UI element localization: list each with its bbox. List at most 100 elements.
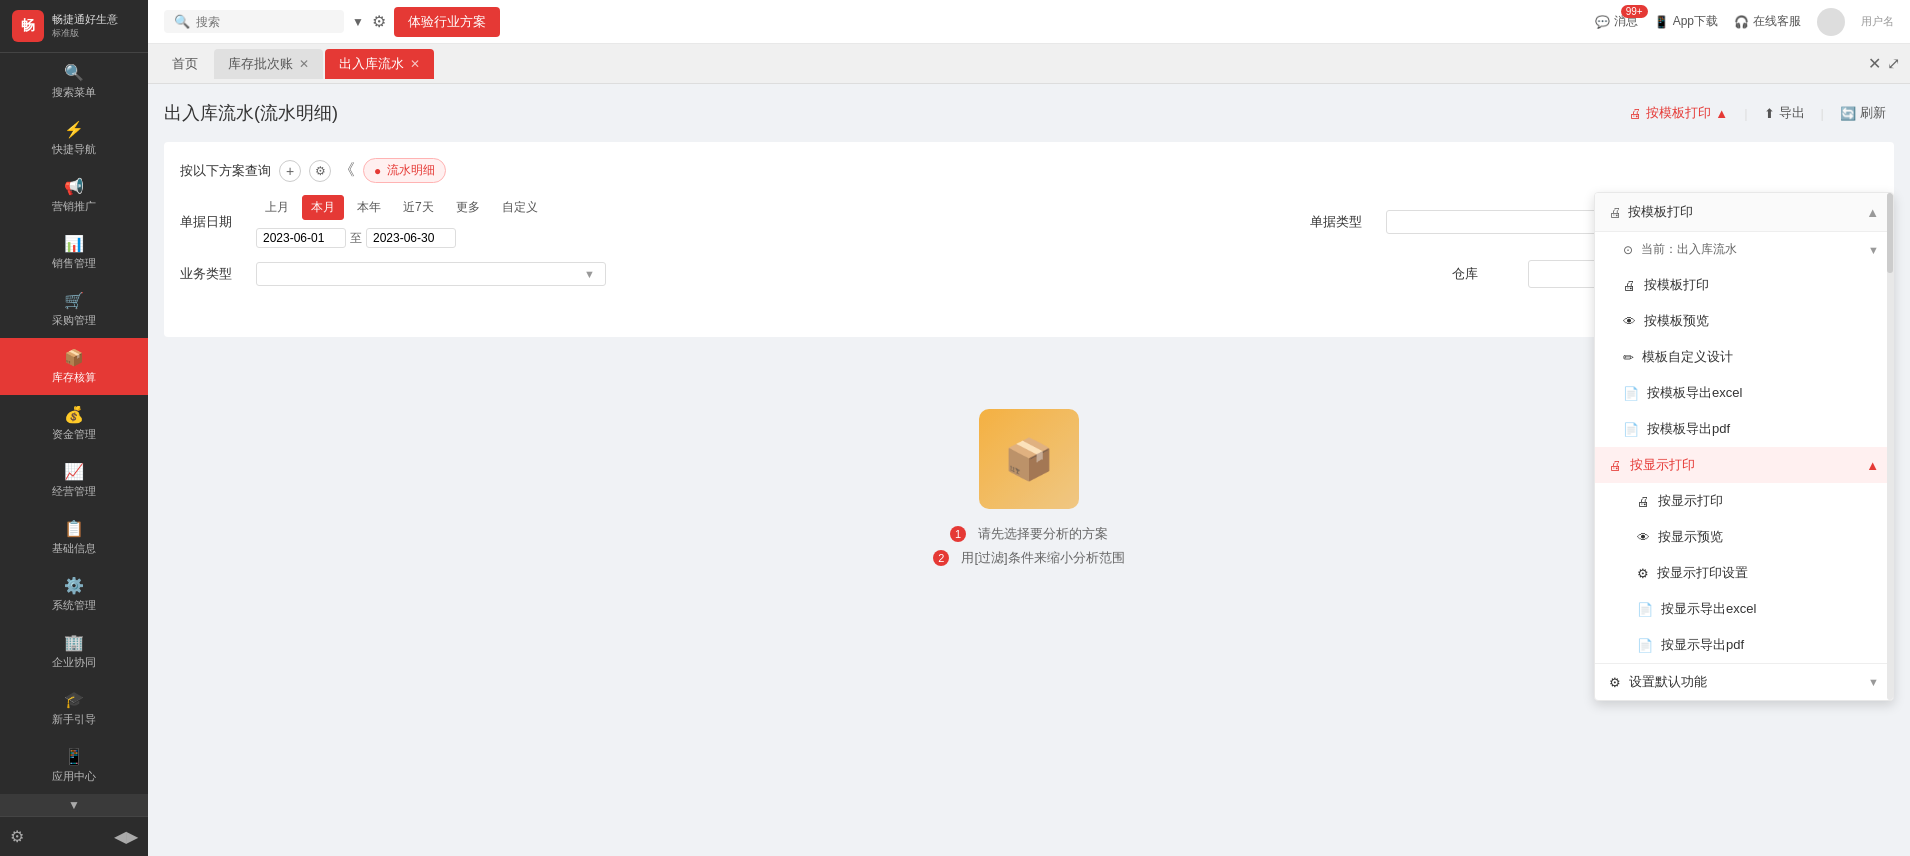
- close-tab-btn[interactable]: ✕: [1868, 54, 1881, 73]
- sidebar-item-operations[interactable]: 📈经营管理: [0, 452, 148, 509]
- sidebar-item-tutorial[interactable]: 🎓新手引导: [0, 680, 148, 737]
- empty-hint-2: 2 用[过滤]条件来缩小分析范围: [933, 549, 1124, 567]
- messages-btn[interactable]: 💬 消息 99+: [1595, 13, 1638, 30]
- sidebar-item-basic-info[interactable]: 📋 基础信息: [0, 509, 148, 566]
- empty-hint-1: 1 请先选择要分析的方案: [950, 525, 1108, 543]
- display-print-icon: 🖨: [1637, 494, 1650, 509]
- marketing-nav-icon: 📢: [64, 177, 84, 196]
- sidebar-item-label-enterprise: 企业协同: [52, 655, 96, 670]
- divider1: |: [1744, 106, 1747, 121]
- sidebar-item-label-marketing: 营销推广: [52, 199, 96, 214]
- display-pdf-icon: 📄: [1637, 638, 1653, 653]
- app-download-btn[interactable]: 📱 App下载: [1654, 13, 1718, 30]
- sidebar-item-quick-nav[interactable]: ⚡ 快捷导航: [0, 110, 148, 167]
- print-dropdown-menu: 🖨 按模板打印 ▲ ⊙ 当前：出入库流水 ▼ 🖨 按模板打印: [1594, 192, 1894, 701]
- user-avatar[interactable]: [1817, 8, 1845, 36]
- display-preview-item[interactable]: 👁 按显示预览: [1595, 519, 1893, 555]
- purchase-nav-icon: 🛒: [64, 291, 84, 310]
- template-customize-item[interactable]: ✏ 模板自定义设计: [1595, 339, 1893, 375]
- filter-settings-btn[interactable]: ⚙: [309, 160, 331, 182]
- template-pdf-item[interactable]: 📄 按模板导出pdf: [1595, 411, 1893, 447]
- collapse-sidebar-icon[interactable]: ◀▶: [114, 827, 138, 846]
- date-btn-上月[interactable]: 上月: [256, 195, 298, 220]
- sidebar-item-marketing[interactable]: 📢 营销推广: [0, 167, 148, 224]
- tabbar: 首页 库存批次账 ✕ 出入库流水 ✕ ✕ ⤢: [148, 44, 1910, 84]
- sidebar-item-label-operations: 经营管理: [52, 484, 96, 499]
- biz-type-label: 业务类型: [180, 265, 240, 283]
- expand-btn[interactable]: ⤢: [1887, 54, 1900, 73]
- display-excel-item[interactable]: 📄 按显示导出excel: [1595, 591, 1893, 627]
- inventory-nav-icon: 📦: [64, 348, 84, 367]
- main-content: 🔍 ▼ ⚙ 体验行业方案 💬 消息 99+ 📱 App下载 🎧: [148, 0, 1910, 856]
- sidebar-item-app-center[interactable]: 📱应用中心: [0, 737, 148, 794]
- tab-batch-account[interactable]: 库存批次账 ✕: [214, 49, 323, 79]
- tab-batch-account-close[interactable]: ✕: [299, 57, 309, 71]
- sidebar: 畅 畅捷通好生意 标准版 🔍搜索菜单⚡快捷导航📢营销推广📊销售管理🛒采购管理📦库…: [0, 0, 148, 856]
- topbar-gear-icon[interactable]: ⚙: [372, 12, 386, 31]
- dropdown-scrollbar[interactable]: [1887, 193, 1893, 700]
- search-input[interactable]: [196, 15, 316, 29]
- messages-badge: 99+: [1621, 5, 1648, 18]
- date-btn-本月[interactable]: 本月: [302, 195, 344, 220]
- sidebar-item-label-inventory: 库存核算: [52, 370, 96, 385]
- template-print-item[interactable]: 🖨 按模板打印: [1595, 267, 1893, 303]
- tab-flow[interactable]: 出入库流水 ✕: [325, 49, 434, 79]
- dropdown-close-arrow[interactable]: ▲: [1866, 205, 1879, 220]
- sidebar-item-label-finance: 资金管理: [52, 427, 96, 442]
- template-preview-item[interactable]: 👁 按模板预览: [1595, 303, 1893, 339]
- sidebar-item-label-purchase: 采购管理: [52, 313, 96, 328]
- filter-header: 按以下方案查询 + ⚙ 《 ● 流水明细: [180, 158, 1878, 183]
- date-btn-更多[interactable]: 更多: [447, 195, 489, 220]
- display-pdf-item[interactable]: 📄 按显示导出pdf: [1595, 627, 1893, 663]
- sidebar-item-system[interactable]: ⚙️系统管理: [0, 566, 148, 623]
- tab-flow-close[interactable]: ✕: [410, 57, 420, 71]
- refresh-icon: 🔄: [1840, 106, 1856, 121]
- scrollbar-thumb: [1887, 193, 1893, 273]
- biz-type-select[interactable]: ▼: [256, 262, 606, 286]
- sidebar-scroll-down[interactable]: ▼: [0, 794, 148, 816]
- topbar-dropdown-arrow[interactable]: ▼: [352, 15, 364, 29]
- date-btn-近7天[interactable]: 近7天: [394, 195, 443, 220]
- logo-text: 畅捷通好生意 标准版: [52, 12, 118, 40]
- template-excel-icon: 📄: [1623, 386, 1639, 401]
- print-btn[interactable]: 🖨 按模板打印 ▲: [1621, 100, 1736, 126]
- refresh-btn[interactable]: 🔄 刷新: [1832, 100, 1894, 126]
- export-btn[interactable]: ⬆ 导出: [1756, 100, 1813, 126]
- footer-label: ⚙ 设置默认功能: [1609, 673, 1707, 691]
- search-icon: 🔍: [174, 14, 190, 29]
- search-box[interactable]: 🔍: [164, 10, 344, 33]
- sidebar-item-search[interactable]: 🔍搜索菜单: [0, 53, 148, 110]
- topbar-right: 💬 消息 99+ 📱 App下载 🎧 在线客服 用户名: [1595, 8, 1894, 36]
- date-btn-本年[interactable]: 本年: [348, 195, 390, 220]
- tab-home[interactable]: 首页: [158, 49, 212, 79]
- sidebar-item-purchase[interactable]: 🛒 采购管理: [0, 281, 148, 338]
- industry-btn[interactable]: 体验行业方案: [394, 7, 500, 37]
- basic-info-nav-icon: 📋: [64, 519, 84, 538]
- sidebar-item-inventory[interactable]: 📦 库存核算: [0, 338, 148, 395]
- template-excel-item[interactable]: 📄 按模板导出excel: [1595, 375, 1893, 411]
- customer-service-btn[interactable]: 🎧 在线客服: [1734, 13, 1801, 30]
- date-start-input[interactable]: [256, 228, 346, 248]
- template-customize-icon: ✏: [1623, 350, 1634, 365]
- sidebar-item-finance[interactable]: 💰资金管理: [0, 395, 148, 452]
- display-print-section[interactable]: 🖨 按显示打印 ▲: [1595, 447, 1893, 483]
- filter-tag-active[interactable]: ● 流水明细: [363, 158, 446, 183]
- dropdown-footer[interactable]: ⚙ 设置默认功能 ▼: [1595, 663, 1893, 700]
- user-name: 用户名: [1861, 14, 1894, 29]
- display-print-item[interactable]: 🖨 按显示打印: [1595, 483, 1893, 519]
- sidebar-item-label-basic-info: 基础信息: [52, 541, 96, 556]
- date-btn-自定义[interactable]: 自定义: [493, 195, 547, 220]
- sidebar-item-enterprise[interactable]: 🏢企业协同: [0, 623, 148, 680]
- sidebar-item-label-sales: 销售管理: [52, 256, 96, 271]
- sidebar-item-sales[interactable]: 📊销售管理: [0, 224, 148, 281]
- divider2: |: [1821, 106, 1824, 121]
- date-end-input[interactable]: [366, 228, 456, 248]
- filter-add-btn[interactable]: +: [279, 160, 301, 182]
- filter-collapse-icon[interactable]: 《: [339, 160, 355, 181]
- quick-nav-nav-icon: ⚡: [64, 120, 84, 139]
- print-icon: 🖨: [1629, 106, 1642, 121]
- sidebar-item-label-quick-nav: 快捷导航: [52, 142, 96, 157]
- settings-icon[interactable]: ⚙: [10, 827, 24, 846]
- display-settings-item[interactable]: ⚙ 按显示打印设置: [1595, 555, 1893, 591]
- type-label: 单据类型: [1310, 213, 1370, 231]
